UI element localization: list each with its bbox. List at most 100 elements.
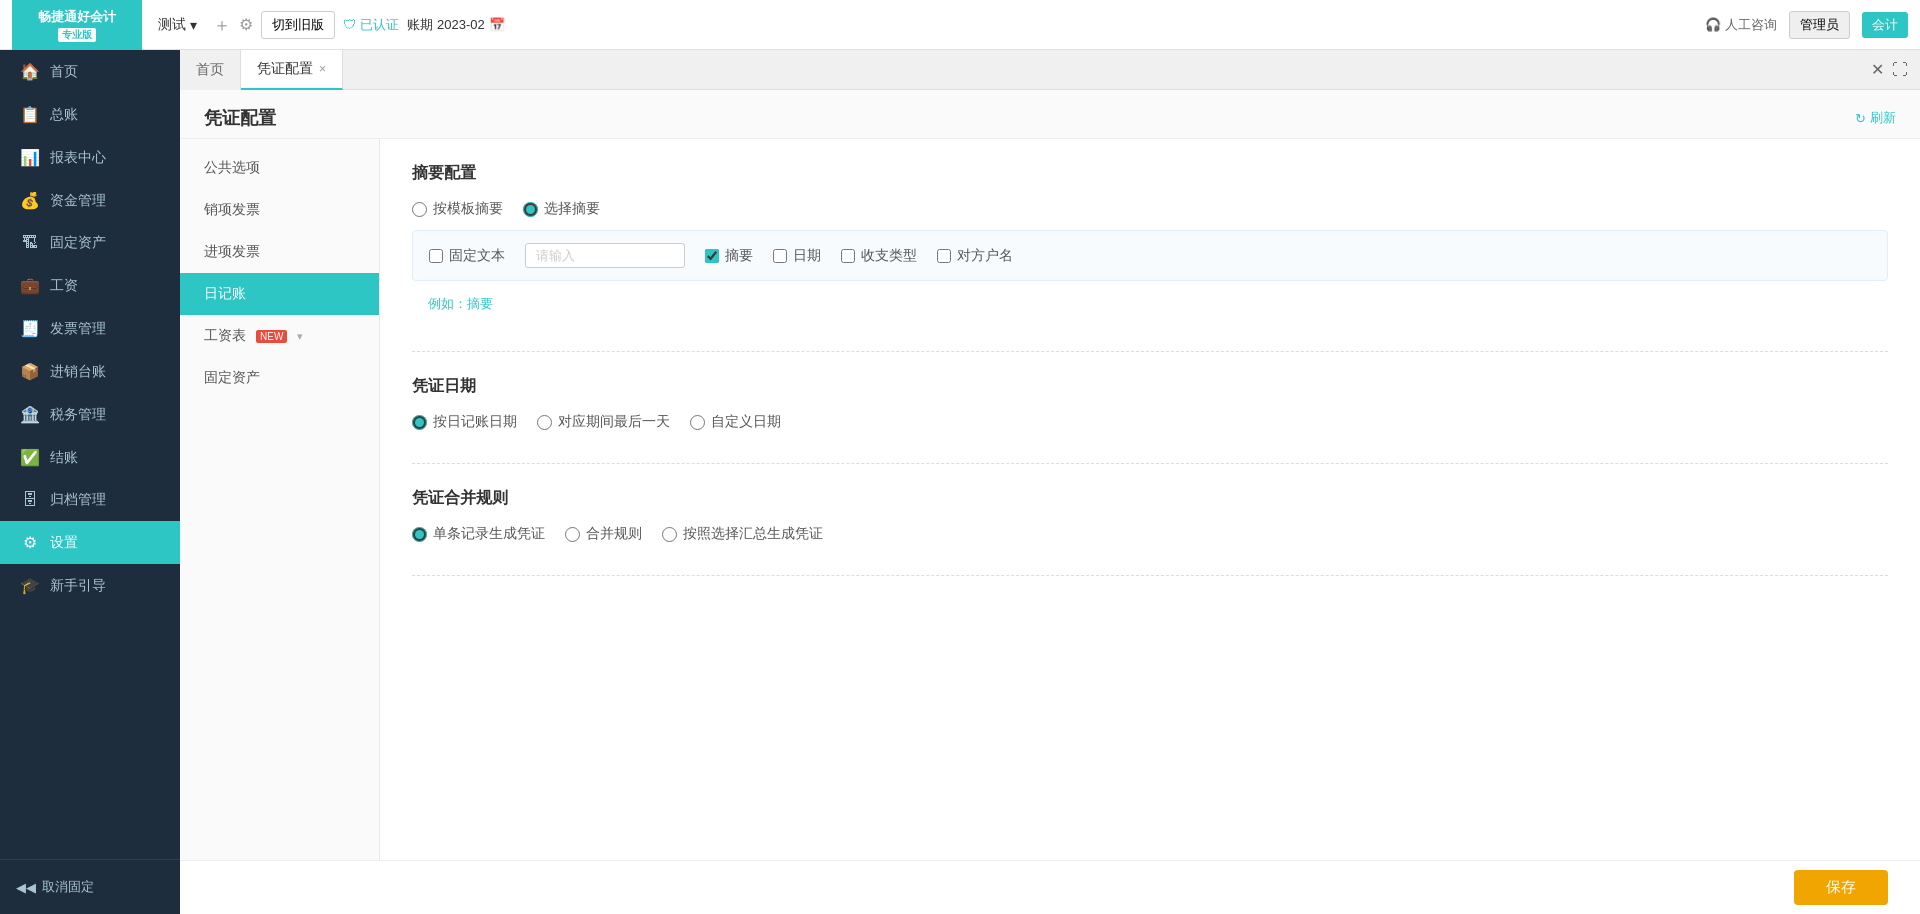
tab-controls: ✕ ⛶ bbox=[1859, 60, 1920, 79]
tab-close-icon[interactable]: × bbox=[319, 62, 326, 76]
section-date: 凭证日期 按日记账日期 对应期间最后一天 bbox=[412, 376, 1888, 431]
consult-label: 人工咨询 bbox=[1725, 16, 1777, 34]
radio-merge-rule-label: 合并规则 bbox=[586, 525, 642, 543]
tab-home[interactable]: 首页 bbox=[180, 50, 241, 90]
radio-single[interactable]: 单条记录生成凭证 bbox=[412, 525, 545, 543]
left-nav-diary[interactable]: 日记账 bbox=[180, 273, 379, 315]
check-pay-type[interactable]: 收支类型 bbox=[841, 247, 917, 265]
radio-merge-rule[interactable]: 合并规则 bbox=[565, 525, 642, 543]
project-selector[interactable]: 测试 ▾ bbox=[150, 16, 205, 34]
radio-merge-rule-input[interactable] bbox=[565, 527, 580, 542]
sidebar-label-trade: 进销台账 bbox=[50, 363, 106, 381]
radio-select-merge-input[interactable] bbox=[662, 527, 677, 542]
consult-btn[interactable]: 🎧 人工咨询 bbox=[1705, 16, 1777, 34]
check-counterpart[interactable]: 对方户名 bbox=[937, 247, 1013, 265]
example-text: 例如：摘要 bbox=[412, 289, 1888, 319]
sidebar-label-report: 报表中心 bbox=[50, 149, 106, 167]
left-nav-public-label: 公共选项 bbox=[204, 159, 260, 175]
sidebar-item-guide[interactable]: 🎓 新手引导 bbox=[0, 564, 180, 607]
radio-single-input[interactable] bbox=[412, 527, 427, 542]
trade-icon: 📦 bbox=[20, 362, 40, 381]
radio-select-merge-label: 按照选择汇总生成凭证 bbox=[683, 525, 823, 543]
check-pay-type-input[interactable] bbox=[841, 249, 855, 263]
radio-last-day[interactable]: 对应期间最后一天 bbox=[537, 413, 670, 431]
sidebar: 🏠 首页 📋 总账 📊 报表中心 💰 资金管理 🏗 固定资产 💼 工资 bbox=[0, 50, 180, 914]
fixed-text-input[interactable] bbox=[525, 243, 685, 268]
sidebar-item-fixed[interactable]: 🏗 固定资产 bbox=[0, 222, 180, 264]
add-icon[interactable]: ＋ bbox=[213, 13, 231, 37]
summary-checkbox-row: 固定文本 摘要 日期 bbox=[412, 230, 1888, 281]
sidebar-item-settings[interactable]: ⚙ 设置 bbox=[0, 521, 180, 564]
sidebar-label-fixed: 固定资产 bbox=[50, 234, 106, 252]
sidebar-label-tax: 税务管理 bbox=[50, 406, 106, 424]
radio-template-label: 按模板摘要 bbox=[433, 200, 503, 218]
pin-icon: ◀◀ bbox=[16, 880, 36, 895]
sidebar-item-settle[interactable]: ✅ 结账 bbox=[0, 436, 180, 479]
sidebar-item-tax[interactable]: 🏦 税务管理 bbox=[0, 393, 180, 436]
sidebar-item-invoice[interactable]: 🧾 发票管理 bbox=[0, 307, 180, 350]
sidebar-item-home[interactable]: 🏠 首页 bbox=[0, 50, 180, 93]
radio-template-summary[interactable]: 按模板摘要 bbox=[412, 200, 503, 218]
left-nav-public[interactable]: 公共选项 bbox=[180, 147, 379, 189]
radio-select-summary[interactable]: 选择摘要 bbox=[523, 200, 600, 218]
save-btn[interactable]: 保存 bbox=[1794, 870, 1888, 905]
radio-custom-date-input[interactable] bbox=[690, 415, 705, 430]
settings-icon[interactable]: ⚙ bbox=[239, 15, 253, 34]
admin-btn[interactable]: 管理员 bbox=[1789, 11, 1850, 39]
check-counterpart-label: 对方户名 bbox=[957, 247, 1013, 265]
tab-voucher-config[interactable]: 凭证配置 × bbox=[241, 50, 343, 90]
archive-icon: 🗄 bbox=[20, 491, 40, 509]
sidebar-label-guide: 新手引导 bbox=[50, 577, 106, 595]
check-counterpart-input[interactable] bbox=[937, 249, 951, 263]
shield-icon: 🛡 bbox=[343, 17, 356, 32]
radio-custom-date[interactable]: 自定义日期 bbox=[690, 413, 781, 431]
fullscreen-btn[interactable]: ⛶ bbox=[1892, 61, 1908, 79]
left-nav-purchase[interactable]: 进项发票 bbox=[180, 231, 379, 273]
left-nav-sales[interactable]: 销项发票 bbox=[180, 189, 379, 231]
radio-custom-date-label: 自定义日期 bbox=[711, 413, 781, 431]
radio-select-merge[interactable]: 按照选择汇总生成凭证 bbox=[662, 525, 823, 543]
left-nav-fixed-assets[interactable]: 固定资产 bbox=[180, 357, 379, 399]
report-icon: 📊 bbox=[20, 148, 40, 167]
switch-old-btn[interactable]: 切到旧版 bbox=[261, 11, 335, 39]
topbar-right: 🎧 人工咨询 管理员 会计 bbox=[1705, 11, 1908, 39]
left-nav: 公共选项 销项发票 进项发票 日记账 工资表 NEW ▾ bbox=[180, 139, 380, 914]
chevron-icon: ▾ bbox=[297, 330, 303, 343]
check-date[interactable]: 日期 bbox=[773, 247, 821, 265]
sidebar-item-archive[interactable]: 🗄 归档管理 bbox=[0, 479, 180, 521]
section-date-title: 凭证日期 bbox=[412, 376, 1888, 397]
sidebar-item-trade[interactable]: 📦 进销台账 bbox=[0, 350, 180, 393]
close-tab-btn[interactable]: ✕ bbox=[1871, 60, 1884, 79]
main-wrap: 🏠 首页 📋 总账 📊 报表中心 💰 资金管理 🏗 固定资产 💼 工资 bbox=[0, 50, 1920, 914]
check-fixed-text[interactable]: 固定文本 bbox=[429, 247, 505, 265]
radio-diary-date-input[interactable] bbox=[412, 415, 427, 430]
sidebar-item-report[interactable]: 📊 报表中心 bbox=[0, 136, 180, 179]
left-nav-diary-label: 日记账 bbox=[204, 285, 246, 301]
pin-btn[interactable]: ◀◀ 取消固定 bbox=[0, 870, 180, 904]
radio-last-day-label: 对应期间最后一天 bbox=[558, 413, 670, 431]
check-date-label: 日期 bbox=[793, 247, 821, 265]
left-nav-salary-table[interactable]: 工资表 NEW ▾ bbox=[180, 315, 379, 357]
sidebar-item-salary[interactable]: 💼 工资 bbox=[0, 264, 180, 307]
accountant-btn[interactable]: 会计 bbox=[1862, 12, 1908, 38]
check-summary[interactable]: 摘要 bbox=[705, 247, 753, 265]
project-name: 测试 bbox=[158, 16, 186, 34]
radio-select-input[interactable] bbox=[523, 202, 538, 217]
certified-badge: 🛡 已认证 bbox=[343, 16, 399, 34]
check-fixed-text-input[interactable] bbox=[429, 249, 443, 263]
check-date-input[interactable] bbox=[773, 249, 787, 263]
sidebar-item-ledger[interactable]: 📋 总账 bbox=[0, 93, 180, 136]
calendar-icon[interactable]: 📅 bbox=[489, 17, 505, 32]
section-merge-title: 凭证合并规则 bbox=[412, 488, 1888, 509]
section-summary: 摘要配置 按模板摘要 选择摘要 bbox=[412, 163, 1888, 319]
check-summary-input[interactable] bbox=[705, 249, 719, 263]
tabs-bar: 首页 凭证配置 × ✕ ⛶ bbox=[180, 50, 1920, 90]
summary-radio-group: 按模板摘要 选择摘要 bbox=[412, 200, 1888, 218]
sidebar-label-ledger: 总账 bbox=[50, 106, 78, 124]
radio-template-input[interactable] bbox=[412, 202, 427, 217]
radio-diary-date[interactable]: 按日记账日期 bbox=[412, 413, 517, 431]
sidebar-item-fund[interactable]: 💰 资金管理 bbox=[0, 179, 180, 222]
radio-last-day-input[interactable] bbox=[537, 415, 552, 430]
sidebar-scroll: 🏠 首页 📋 总账 📊 报表中心 💰 资金管理 🏗 固定资产 💼 工资 bbox=[0, 50, 180, 859]
refresh-btn[interactable]: ↻ 刷新 bbox=[1855, 109, 1896, 127]
